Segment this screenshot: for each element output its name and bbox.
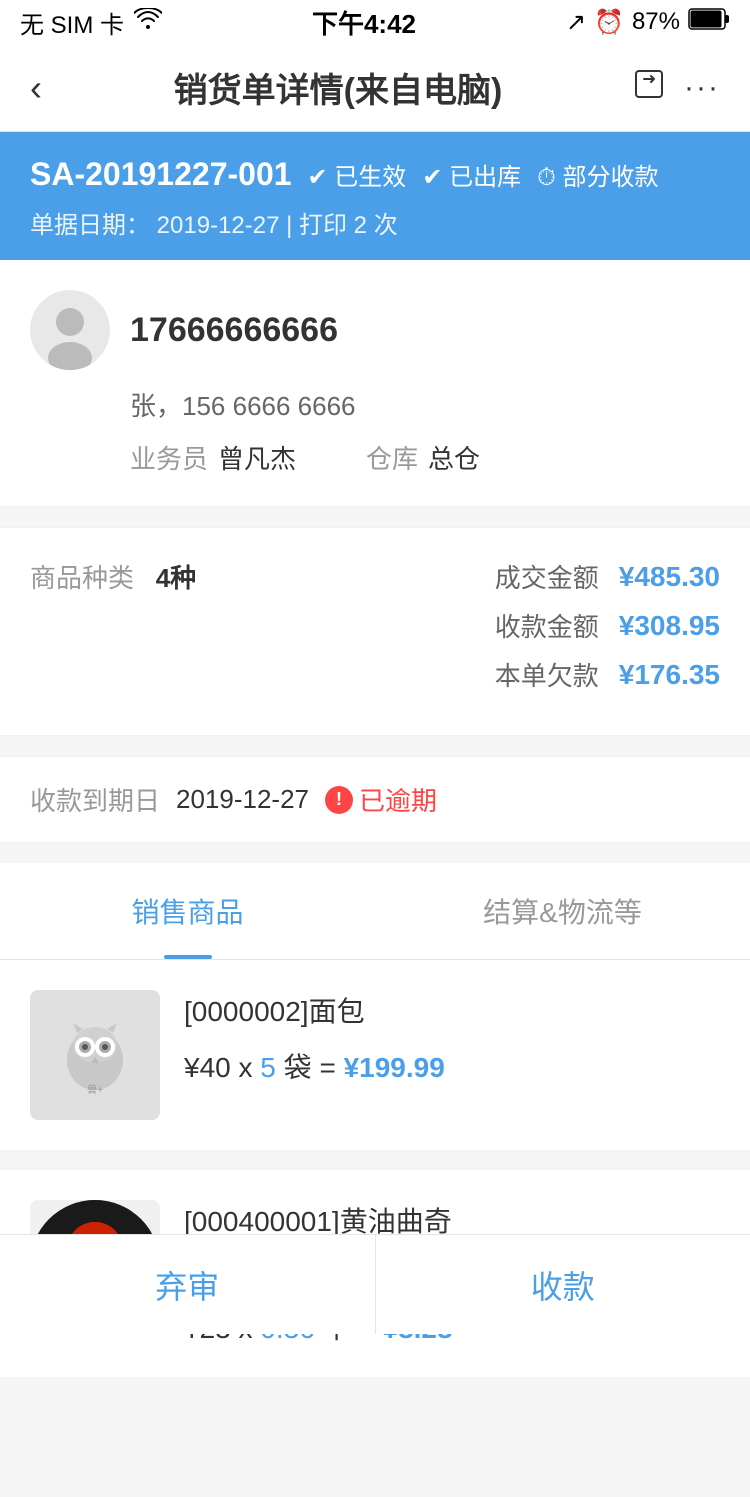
tab-settlement-label: 结算&物流等 [483, 897, 642, 928]
received-value: ¥308.95 [619, 610, 720, 642]
status-bar: 无 SIM 卡 下午4:42 ↗ ⏰ 87% [0, 0, 750, 44]
confirm-label: 收款 [531, 1262, 595, 1308]
order-meta: 单据日期： 2019-12-27 | 打印 2 次 [30, 205, 720, 240]
product-price-1: ¥40 x 5 袋 = ¥199.99 [184, 1046, 720, 1086]
tab-sales[interactable]: 销售商品 [0, 863, 375, 959]
overdue-text: 已逾期 [359, 781, 437, 818]
svg-text:兽+: 兽+ [87, 1083, 103, 1096]
cancel-review-button[interactable]: 弃审 [0, 1235, 376, 1334]
amount-row: 成交金额 ¥485.30 [495, 558, 720, 595]
order-id-row: SA-20191227-001 ✔ 已生效 ✔ 已出库 ⏱ 部分收款 [30, 156, 720, 193]
battery-icon [688, 8, 730, 37]
tab-settlement[interactable]: 结算&物流等 [375, 863, 750, 959]
summary-left: 商品种类 4种 [30, 558, 196, 603]
customer-section: 17666666666 张，156 6666 6666 业务员 曾凡杰 仓库 总… [0, 260, 750, 507]
back-button[interactable]: ‹ [30, 67, 42, 109]
customer-row: 17666666666 [30, 290, 720, 370]
nav-bar: ‹ 销货单详情(来自电脑) ··· [0, 44, 750, 132]
staff-label: 业务员 [130, 439, 208, 476]
summary-inner: 商品种类 4种 成交金额 ¥485.30 收款金额 ¥308.95 本单欠款 ¥… [30, 558, 720, 705]
product-item-1: 兽+ [0000002]面包 ¥40 x 5 袋 = ¥199.99 [0, 960, 750, 1170]
nav-actions: ··· [634, 69, 720, 107]
order-id: SA-20191227-001 [30, 156, 292, 193]
customer-detail: 张，156 6666 6666 [130, 386, 720, 423]
page-title: 销货单详情(来自电脑) [174, 63, 503, 112]
cancel-label: 弃审 [155, 1262, 219, 1308]
overdue-dot-icon: ! [325, 786, 353, 814]
product-name-1: [0000002]面包 [184, 990, 720, 1030]
location-icon: ↗ [566, 8, 586, 37]
share-icon[interactable] [634, 69, 664, 107]
product-thumb-1: 兽+ [30, 990, 160, 1120]
due-date-value: 2019-12-27 [176, 784, 309, 815]
badge-effective: ✔ 已生效 [308, 157, 407, 192]
staff-row: 业务员 曾凡杰 仓库 总仓 [130, 439, 720, 476]
warehouse-label: 仓库 [366, 439, 418, 476]
alarm-icon: ⏰ [594, 8, 624, 37]
unit-1: 袋 [284, 1052, 312, 1083]
amount-label: 成交金额 [495, 558, 599, 595]
debt-row: 本单欠款 ¥176.35 [495, 656, 720, 693]
customer-id: 17666666666 [130, 311, 338, 350]
type-label: 商品种类 [30, 563, 134, 593]
product-type-row: 商品种类 4种 [30, 558, 196, 595]
due-label: 收款到期日 [30, 781, 160, 818]
received-label: 收款金额 [495, 607, 599, 644]
meta-date-label: 单据日期： [30, 212, 150, 239]
order-header: SA-20191227-001 ✔ 已生效 ✔ 已出库 ⏱ 部分收款 单据日期：… [0, 132, 750, 260]
received-row: 收款金额 ¥308.95 [495, 607, 720, 644]
customer-avatar [30, 290, 110, 370]
badge-partial: ⏱ 部分收款 [537, 157, 658, 192]
wifi-icon [134, 8, 162, 37]
badge-shipped: ✔ 已出库 [422, 157, 521, 192]
total-1: ¥199.99 [344, 1052, 445, 1083]
overdue-badge: ! 已逾期 [325, 781, 437, 818]
carrier-text: 无 SIM 卡 [20, 5, 124, 40]
meta-print: | 打印 2 次 [286, 212, 398, 239]
due-section: 收款到期日 2019-12-27 ! 已逾期 [0, 756, 750, 843]
collect-payment-button[interactable]: 收款 [376, 1235, 750, 1334]
status-time: 下午4:42 [312, 4, 416, 41]
status-left: 无 SIM 卡 [20, 5, 162, 40]
warehouse-value: 总仓 [428, 439, 480, 476]
tabs-section: 销售商品 结算&物流等 [0, 863, 750, 960]
qty-1: 5 [260, 1052, 276, 1083]
tab-sales-label: 销售商品 [131, 897, 243, 928]
staff-value: 曾凡杰 [218, 439, 296, 476]
debt-value: ¥176.35 [619, 659, 720, 691]
product-info-1: [0000002]面包 ¥40 x 5 袋 = ¥199.99 [184, 990, 720, 1086]
battery-text: 87% [632, 8, 680, 36]
more-icon[interactable]: ··· [684, 71, 720, 105]
meta-date-value: 2019-12-27 [157, 212, 280, 239]
type-count: 4种 [156, 563, 196, 593]
summary-right: 成交金额 ¥485.30 收款金额 ¥308.95 本单欠款 ¥176.35 [495, 558, 720, 705]
summary-section: 商品种类 4种 成交金额 ¥485.30 收款金额 ¥308.95 本单欠款 ¥… [0, 527, 750, 736]
status-right: ↗ ⏰ 87% [566, 8, 730, 37]
bottom-bar: 弃审 收款 [0, 1234, 750, 1334]
debt-label: 本单欠款 [495, 656, 599, 693]
amount-value: ¥485.30 [619, 561, 720, 593]
price-1: ¥40 [184, 1052, 231, 1083]
